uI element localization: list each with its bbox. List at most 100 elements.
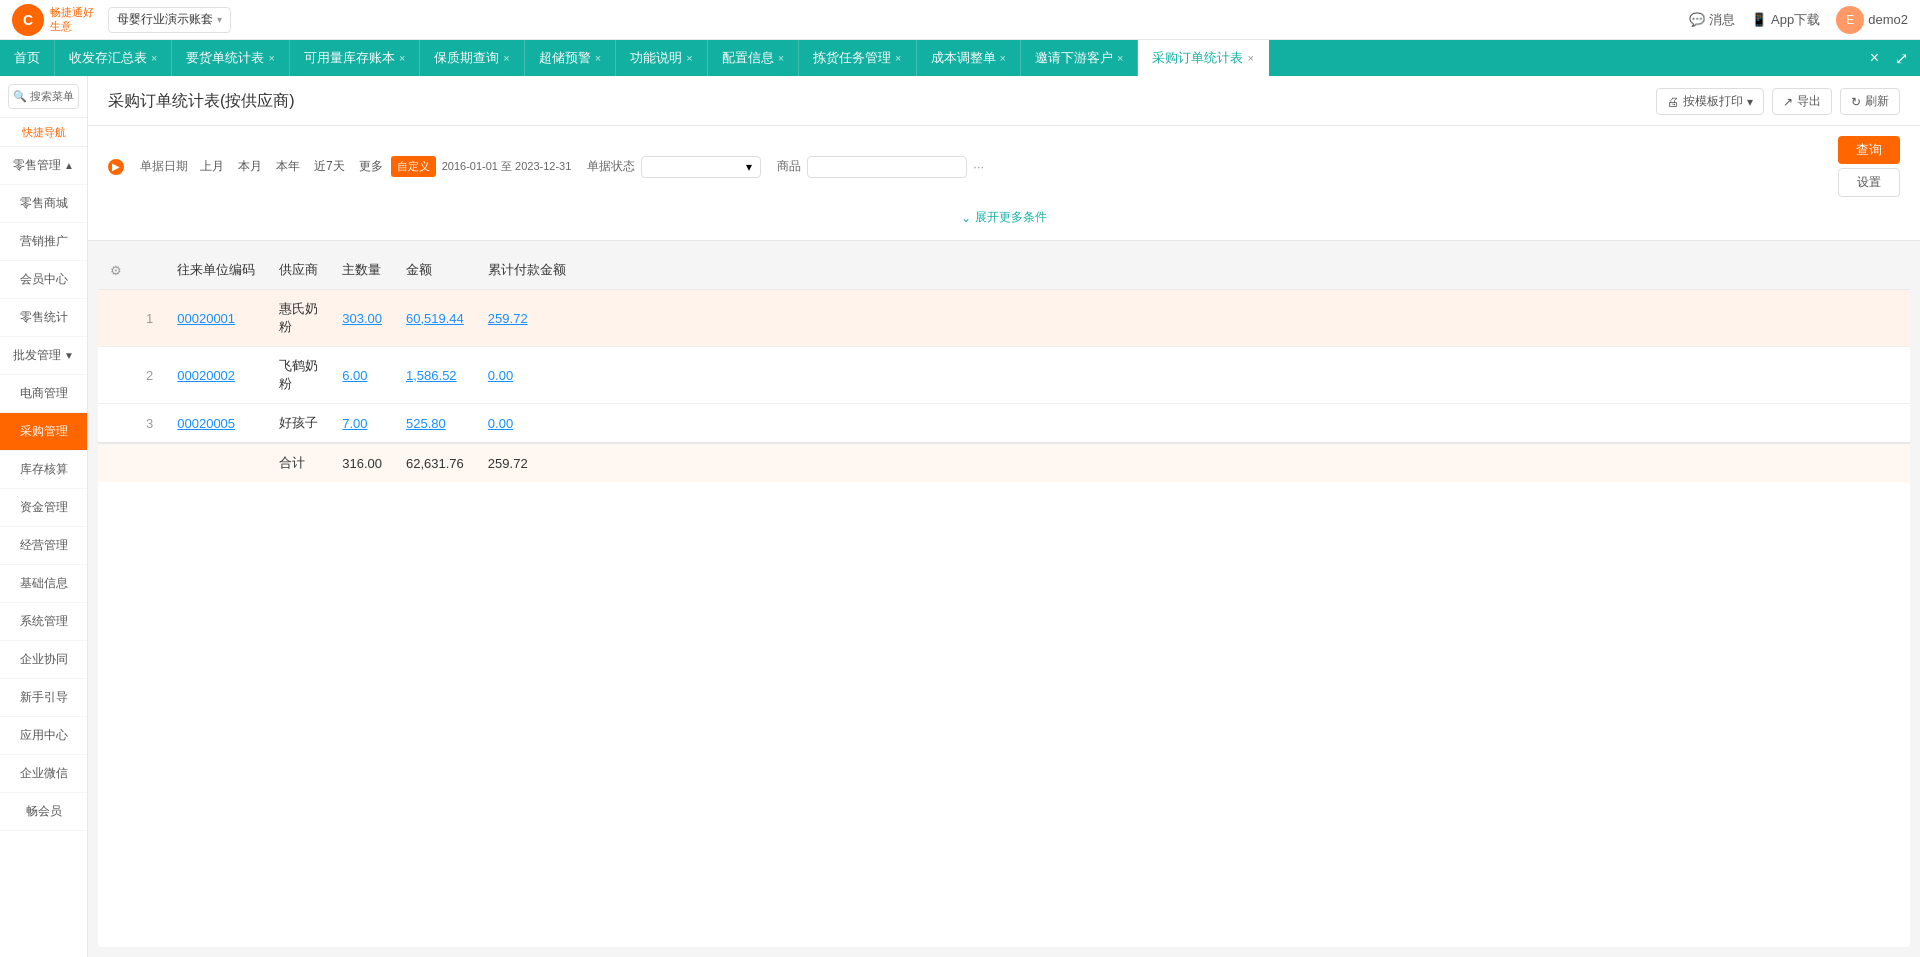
sidebar-item-retail-mall[interactable]: 零售商城 [0, 185, 87, 223]
tab-home[interactable]: 首页 [0, 40, 55, 76]
row-paid-amount[interactable]: 259.72 [476, 290, 578, 347]
search-menu-btn[interactable]: 🔍 搜索菜单 [8, 84, 79, 109]
sidebar-item-wholesale[interactable]: 批发管理 ▼ [0, 337, 87, 375]
row-amount[interactable]: 60,519.44 [394, 290, 476, 347]
export-btn[interactable]: ↗ 导出 [1772, 88, 1832, 115]
quick-nav-btn[interactable]: 快捷导航 [22, 125, 66, 140]
collapse-toggle-icon[interactable]: ▶ [108, 159, 124, 175]
tab-stock-book[interactable]: 可用量库存账本 × [290, 40, 420, 76]
tab-close-icon[interactable]: × [503, 52, 509, 64]
row-paid-amount[interactable]: 0.00 [476, 347, 578, 404]
sidebar-item-enterprise[interactable]: 企业协同 [0, 641, 87, 679]
refresh-btn[interactable]: ↻ 刷新 [1840, 88, 1900, 115]
tab-receive-send[interactable]: 收发存汇总表 × [55, 40, 172, 76]
tab-fullscreen-btn[interactable]: ⤢ [1891, 47, 1912, 70]
date-tab-this-year[interactable]: 本年 [270, 156, 306, 177]
tab-close-icon[interactable]: × [1000, 52, 1006, 64]
tab-expiry-query[interactable]: 保质期查询 × [420, 40, 524, 76]
sidebar-item-basics[interactable]: 基础信息 [0, 565, 87, 603]
user-menu[interactable]: E demo2 [1836, 6, 1908, 34]
tab-close-icon[interactable]: × [686, 52, 692, 64]
sidebar-item-vip[interactable]: 畅会员 [0, 793, 87, 831]
sidebar-item-inventory[interactable]: 库存核算 [0, 451, 87, 489]
sidebar-item-apps[interactable]: 应用中心 [0, 717, 87, 755]
goods-input[interactable] [807, 156, 967, 178]
sidebar-item-label: 电商管理 [20, 385, 68, 402]
goods-more-icon[interactable]: ··· [973, 159, 984, 174]
tab-close-icon[interactable]: × [895, 52, 901, 64]
row-supplier-code[interactable]: 00020002 [165, 347, 267, 404]
row-quantity[interactable]: 7.00 [330, 404, 394, 444]
workspace-selector[interactable]: 母婴行业演示账套 ▾ [108, 7, 231, 33]
col-supplier-name: 供应商 [267, 251, 330, 290]
col-supplier-code: 往来单位编码 [165, 251, 267, 290]
sidebar-item-label: 批发管理 [13, 347, 61, 364]
sidebar-item-label: 系统管理 [20, 613, 68, 630]
sidebar-item-retail-stats[interactable]: 零售统计 [0, 299, 87, 337]
message-btn[interactable]: 💬 消息 [1689, 11, 1735, 29]
row-supplier-name: 飞鹤奶粉 [267, 347, 330, 404]
status-select[interactable]: ▾ [641, 156, 761, 178]
tab-purchase-stats[interactable]: 采购订单统计表 × [1138, 40, 1268, 76]
row-amount[interactable]: 1,586.52 [394, 347, 476, 404]
tab-close-icon[interactable]: × [1247, 52, 1253, 64]
tab-picking-task[interactable]: 拣货任务管理 × [799, 40, 916, 76]
sidebar-item-member[interactable]: 会员中心 [0, 261, 87, 299]
sidebar-item-label: 基础信息 [20, 575, 68, 592]
row-quantity[interactable]: 6.00 [330, 347, 394, 404]
tab-invite-downstream[interactable]: 邀请下游客户 × [1021, 40, 1138, 76]
tab-config[interactable]: 配置信息 × [708, 40, 799, 76]
col-quantity: 主数量 [330, 251, 394, 290]
sidebar-item-wechat[interactable]: 企业微信 [0, 755, 87, 793]
col-settings: ⚙ [98, 251, 134, 290]
sidebar-item-marketing[interactable]: 营销推广 [0, 223, 87, 261]
row-quantity[interactable]: 303.00 [330, 290, 394, 347]
tab-cost-adjust[interactable]: 成本调整单 × [917, 40, 1021, 76]
row-supplier-code[interactable]: 00020001 [165, 290, 267, 347]
footer-paid-amount: 259.72 [476, 443, 578, 482]
sidebar-item-system[interactable]: 系统管理 [0, 603, 87, 641]
expand-more-btn[interactable]: ⌄ 展开更多条件 [953, 205, 1055, 230]
row-amount[interactable]: 525.80 [394, 404, 476, 444]
column-settings-icon[interactable]: ⚙ [110, 263, 122, 278]
workspace-label: 母婴行业演示账套 [117, 11, 213, 28]
tab-overstock[interactable]: 超储预警 × [525, 40, 616, 76]
table-area: ⚙ 往来单位编码 供应商 主数量 金额 累计付款金额 1 00020001 [98, 251, 1910, 947]
sidebar-item-ecommerce[interactable]: 电商管理 [0, 375, 87, 413]
tab-close-icon[interactable]: × [151, 52, 157, 64]
tab-goods-stats[interactable]: 要货单统计表 × [172, 40, 289, 76]
query-btn[interactable]: 查询 [1838, 136, 1900, 164]
row-paid-amount[interactable]: 0.00 [476, 404, 578, 444]
settings-btn[interactable]: 设置 [1838, 168, 1900, 197]
date-tab-7days[interactable]: 近7天 [308, 156, 351, 177]
date-tab-more[interactable]: 更多 [353, 156, 389, 177]
row-supplier-code[interactable]: 00020005 [165, 404, 267, 444]
print-icon: 🖨 [1667, 95, 1679, 109]
tab-close-icon[interactable]: × [595, 52, 601, 64]
col-paid-amount: 累计付款金额 [476, 251, 578, 290]
row-supplier-name: 好孩子 [267, 404, 330, 444]
tab-label: 配置信息 [722, 49, 774, 67]
expand-icon: ▼ [64, 350, 74, 361]
print-btn[interactable]: 🖨 按模板打印 ▾ [1656, 88, 1764, 115]
tab-function-doc[interactable]: 功能说明 × [616, 40, 707, 76]
page-title-actions: 🖨 按模板打印 ▾ ↗ 导出 ↻ 刷新 [1656, 88, 1900, 115]
sidebar-item-purchase[interactable]: 采购管理 [0, 413, 87, 451]
tab-close-all-btn[interactable]: × [1866, 47, 1883, 69]
filter-action-btns: 查询 设置 [1838, 136, 1900, 197]
row-spacer [578, 290, 1910, 347]
sidebar-item-newbie[interactable]: 新手引导 [0, 679, 87, 717]
tab-close-icon[interactable]: × [1117, 52, 1123, 64]
sidebar-item-label: 零售商城 [20, 195, 68, 212]
sidebar-item-operations[interactable]: 经营管理 [0, 527, 87, 565]
date-tab-this-month[interactable]: 本月 [232, 156, 268, 177]
tab-close-icon[interactable]: × [268, 52, 274, 64]
date-tab-custom[interactable]: 自定义 [391, 156, 436, 177]
app-download-btn[interactable]: 📱 App下载 [1751, 11, 1820, 29]
sidebar-item-retail[interactable]: 零售管理 ▲ [0, 147, 87, 185]
date-tab-last-month[interactable]: 上月 [194, 156, 230, 177]
tab-close-icon[interactable]: × [778, 52, 784, 64]
row-settings-col [98, 347, 134, 404]
tab-close-icon[interactable]: × [399, 52, 405, 64]
sidebar-item-finance[interactable]: 资金管理 [0, 489, 87, 527]
